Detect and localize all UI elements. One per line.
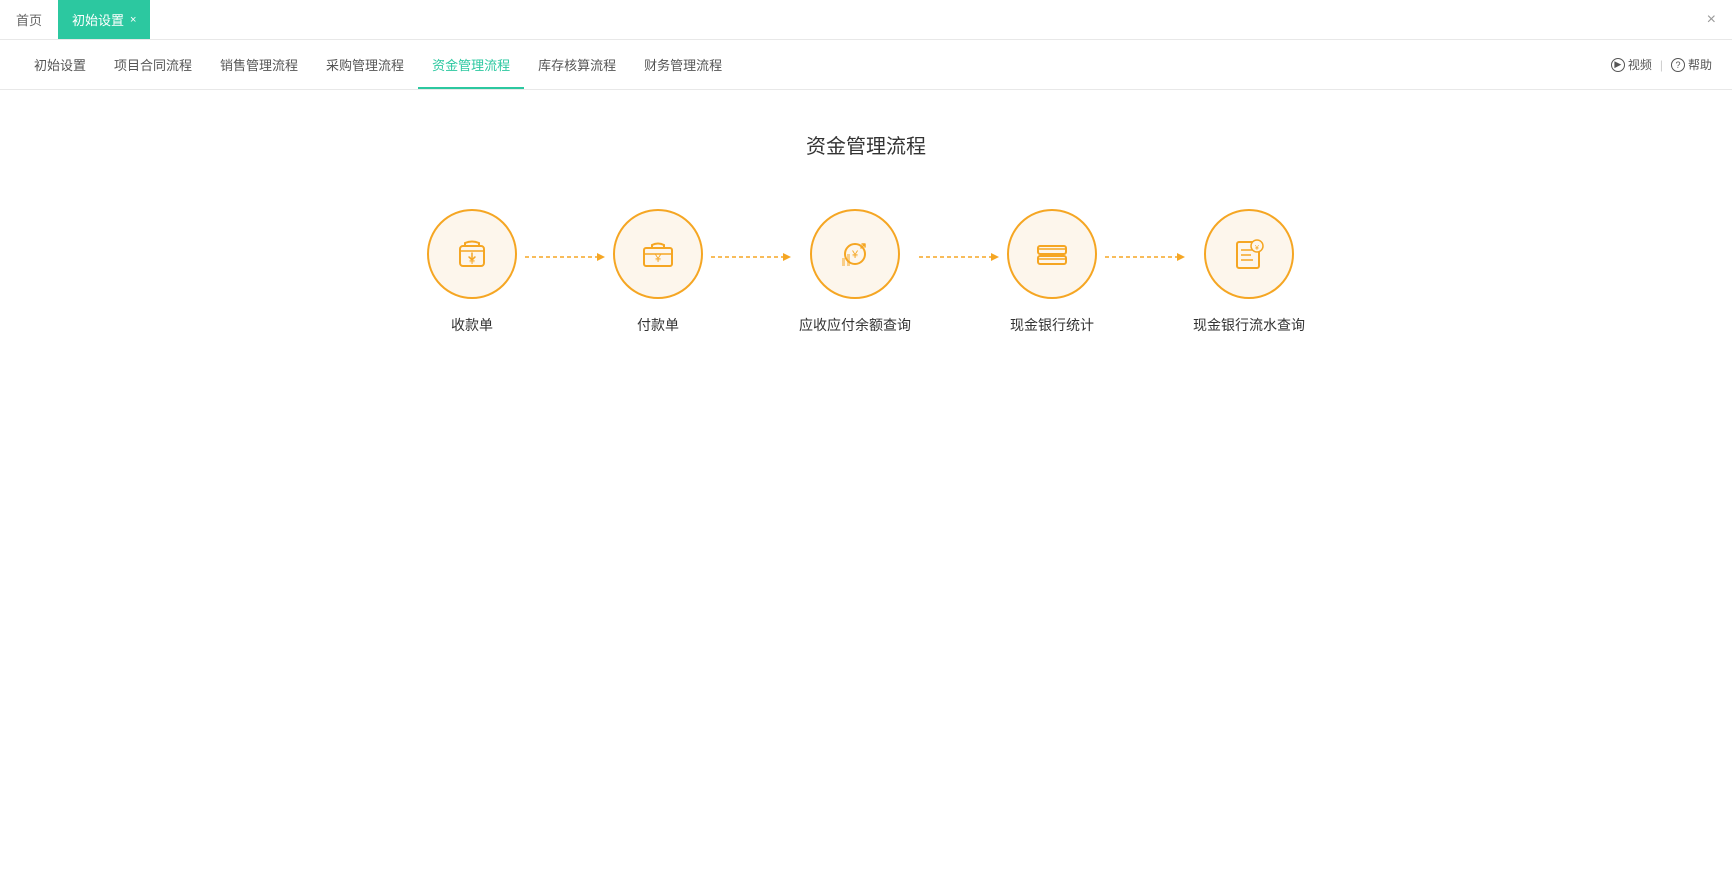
step-xianjin-icon bbox=[1007, 209, 1097, 299]
nav-tabs: 初始设置 项目合同流程 销售管理流程 采购管理流程 资金管理流程 库存核算流程 … bbox=[0, 40, 1732, 90]
tab-inventory[interactable]: 库存核算流程 bbox=[524, 40, 630, 89]
tab-capital[interactable]: 资金管理流程 bbox=[418, 40, 524, 89]
home-tab[interactable]: 首页 bbox=[0, 0, 58, 39]
step-fukuan-label: 付款单 bbox=[637, 315, 679, 335]
flow-container: ¥ 收款单 ¥ bbox=[0, 209, 1732, 335]
step-liushui-icon: ¥ bbox=[1204, 209, 1294, 299]
help-circle-icon: ? bbox=[1671, 58, 1685, 72]
arrow-2 bbox=[711, 249, 791, 295]
tab-project[interactable]: 项目合同流程 bbox=[100, 40, 206, 89]
step-shoukuan-icon: ¥ bbox=[427, 209, 517, 299]
arrow-1 bbox=[525, 249, 605, 295]
video-circle-icon: ▶ bbox=[1611, 58, 1625, 72]
tab-purchase[interactable]: 采购管理流程 bbox=[312, 40, 418, 89]
step-liushui[interactable]: ¥ 现金银行流水查询 bbox=[1193, 209, 1305, 335]
nav-divider: | bbox=[1660, 58, 1663, 72]
arrow-3 bbox=[919, 249, 999, 295]
tab-finance[interactable]: 财务管理流程 bbox=[630, 40, 736, 89]
step-liushui-label: 现金银行流水查询 bbox=[1193, 315, 1305, 335]
active-tab-label: 初始设置 bbox=[72, 10, 124, 29]
main-content: 初始设置 项目合同流程 销售管理流程 采购管理流程 资金管理流程 库存核算流程 … bbox=[0, 40, 1732, 885]
svg-text:¥: ¥ bbox=[1255, 245, 1259, 252]
top-bar: 首页 初始设置 × × bbox=[0, 0, 1732, 40]
step-yingshou-icon: ¥ bbox=[810, 209, 900, 299]
step-shoukuan-label: 收款单 bbox=[451, 315, 493, 335]
svg-text:¥: ¥ bbox=[654, 253, 662, 265]
help-link[interactable]: ? 帮助 bbox=[1671, 56, 1712, 73]
svg-text:¥: ¥ bbox=[851, 249, 859, 261]
tab-init[interactable]: 初始设置 bbox=[20, 40, 100, 89]
step-fukuan[interactable]: ¥ 付款单 bbox=[613, 209, 703, 335]
step-xianjin[interactable]: 现金银行统计 bbox=[1007, 209, 1097, 335]
video-link[interactable]: ▶ 视频 bbox=[1611, 56, 1652, 73]
tab-sales[interactable]: 销售管理流程 bbox=[206, 40, 312, 89]
step-xianjin-label: 现金银行统计 bbox=[1010, 315, 1094, 335]
window-close-button[interactable]: × bbox=[1691, 11, 1732, 29]
active-tab[interactable]: 初始设置 × bbox=[58, 0, 150, 39]
page-title: 资金管理流程 bbox=[0, 90, 1732, 209]
tab-close-icon[interactable]: × bbox=[130, 14, 136, 26]
step-yingshou-label: 应收应付余额查询 bbox=[799, 315, 911, 335]
step-yingshou[interactable]: ¥ 应收应付余额查询 bbox=[799, 209, 911, 335]
arrow-4 bbox=[1105, 249, 1185, 295]
video-label: 视频 bbox=[1628, 56, 1652, 73]
step-shoukuan[interactable]: ¥ 收款单 bbox=[427, 209, 517, 335]
step-fukuan-icon: ¥ bbox=[613, 209, 703, 299]
help-label: 帮助 bbox=[1688, 56, 1712, 73]
nav-right-actions: ▶ 视频 | ? 帮助 bbox=[1611, 56, 1712, 73]
